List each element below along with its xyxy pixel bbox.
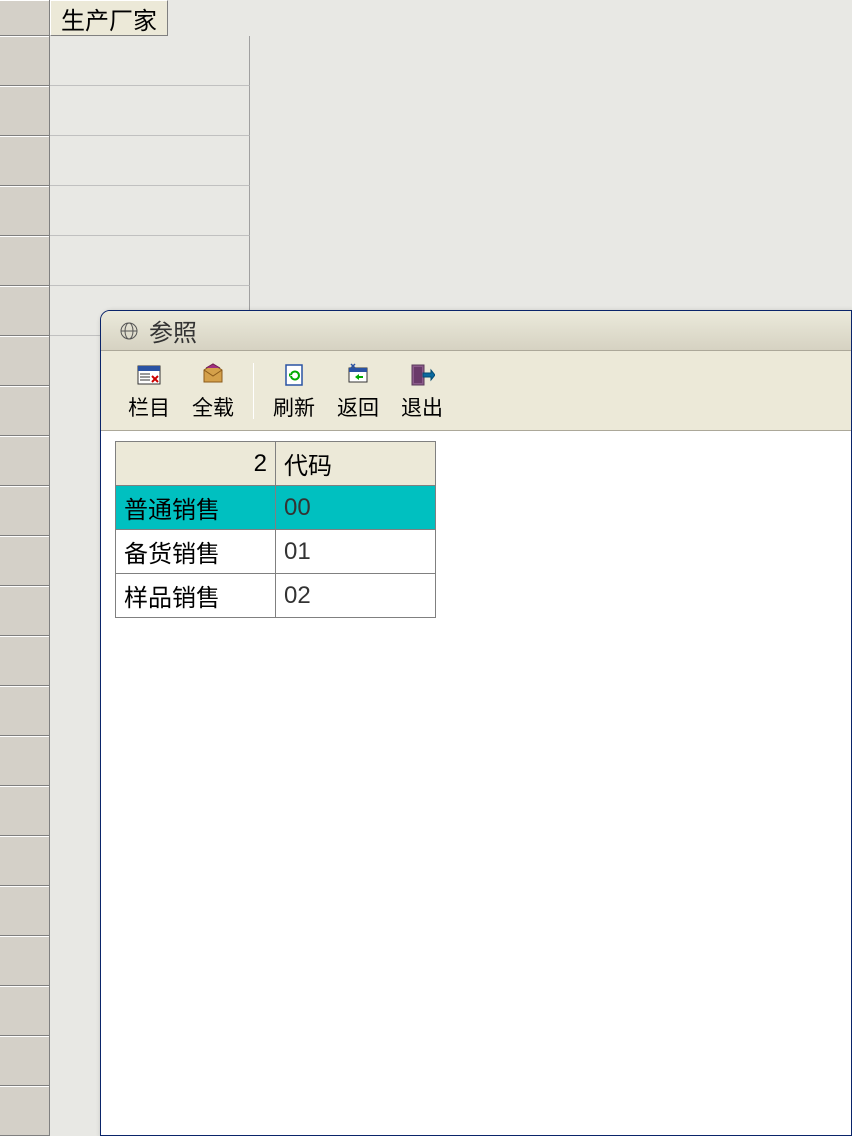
cell-name: 样品销售 [116, 574, 276, 618]
background-row-headers [0, 0, 50, 1136]
cell-name: 普通销售 [116, 486, 276, 530]
table-row[interactable]: 样品销售 02 [116, 574, 436, 618]
table-header-row: 2 代码 [116, 442, 436, 486]
table-row[interactable]: 普通销售 00 [116, 486, 436, 530]
dialog-title: 参照 [149, 313, 197, 348]
cell-code: 02 [276, 574, 436, 618]
back-label: 返回 [337, 392, 379, 422]
table-row[interactable]: 备货销售 01 [116, 530, 436, 574]
dialog-toolbar: 栏目 全载 刷新 [101, 351, 851, 431]
columns-button[interactable]: 栏目 [119, 357, 179, 425]
toolbar-separator [253, 363, 254, 419]
exit-icon [407, 360, 437, 390]
reference-table: 2 代码 普通销售 00 备货销售 01 样品销售 02 [115, 441, 436, 618]
refresh-button[interactable]: 刷新 [264, 357, 324, 425]
loadall-label: 全载 [192, 392, 234, 422]
dialog-titlebar[interactable]: 参照 [101, 311, 851, 351]
cell-code: 00 [276, 486, 436, 530]
cell-code: 01 [276, 530, 436, 574]
back-icon [343, 360, 373, 390]
columns-icon [134, 360, 164, 390]
dialog-content: 2 代码 普通销售 00 备货销售 01 样品销售 02 [101, 431, 851, 1135]
cell-name: 备货销售 [116, 530, 276, 574]
exit-button[interactable]: 退出 [392, 357, 452, 425]
columns-label: 栏目 [128, 392, 170, 422]
header-code[interactable]: 代码 [276, 442, 436, 486]
refresh-icon [279, 360, 309, 390]
back-button[interactable]: 返回 [328, 357, 388, 425]
globe-icon [119, 321, 139, 341]
refresh-label: 刷新 [273, 392, 315, 422]
exit-label: 退出 [401, 392, 443, 422]
background-cells [50, 36, 250, 336]
loadall-button[interactable]: 全载 [183, 357, 243, 425]
header-count[interactable]: 2 [116, 442, 276, 486]
reference-dialog: 参照 栏目 [100, 310, 852, 1136]
background-column-header[interactable]: 生产厂家 [50, 0, 168, 36]
loadall-icon [198, 360, 228, 390]
